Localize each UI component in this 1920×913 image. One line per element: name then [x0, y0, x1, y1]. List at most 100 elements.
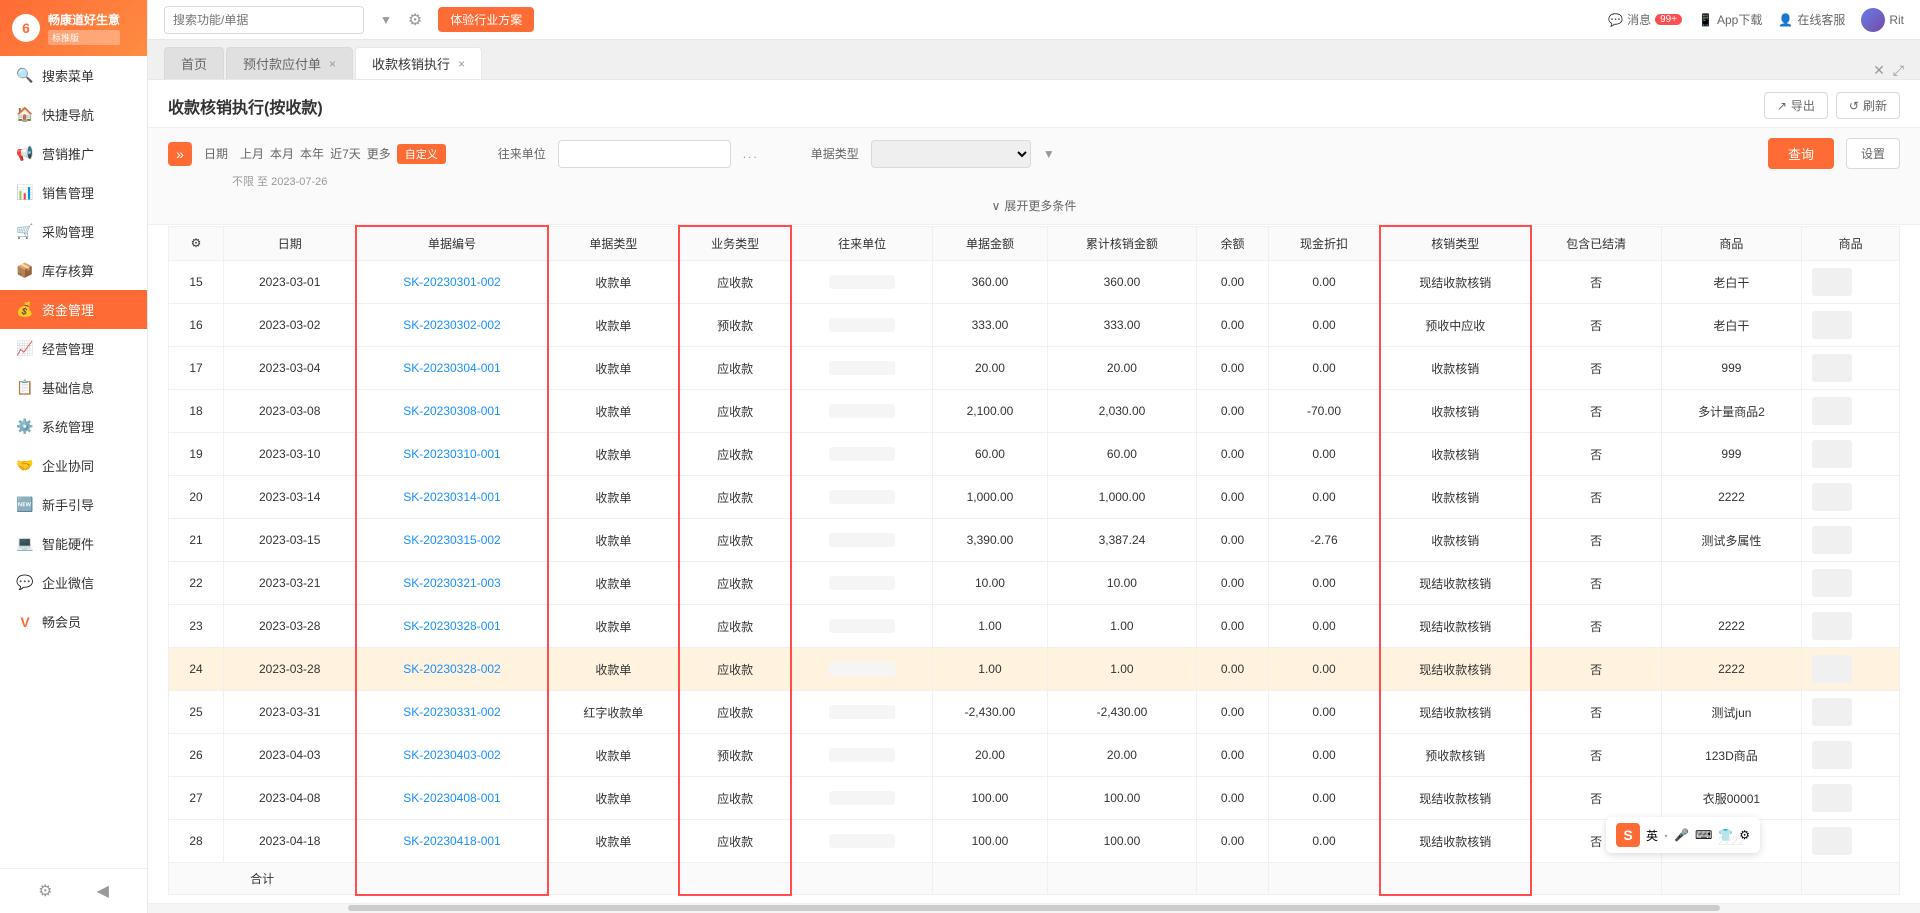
col-header-settled[interactable]: 包含已结清: [1531, 226, 1662, 261]
cell-verifytype: 预收款核销: [1380, 734, 1531, 777]
col-header-balance[interactable]: 余额: [1196, 226, 1268, 261]
query-btn[interactable]: 查询: [1768, 138, 1834, 169]
doc-no-link[interactable]: SK-20230301-002: [403, 275, 500, 289]
col-header-biztype[interactable]: 业务类型: [679, 226, 791, 261]
app-download-label: App下载: [1717, 11, 1762, 28]
doc-no-link[interactable]: SK-20230308-001: [403, 404, 500, 418]
member-v-icon: V: [16, 613, 34, 631]
doc-no-link[interactable]: SK-20230302-002: [403, 318, 500, 332]
cell-accum: 60.00: [1047, 433, 1196, 476]
col-header-docno[interactable]: 单据编号: [356, 226, 547, 261]
sidebar-item-hardware[interactable]: 💻 智能硬件: [0, 524, 147, 563]
app-download-area[interactable]: 📱 App下载: [1698, 11, 1762, 28]
settings-bottom-icon[interactable]: ⚙: [38, 881, 52, 901]
message-area[interactable]: 💬 消息 99+: [1608, 11, 1682, 28]
sidebar-item-finance[interactable]: 💰 资金管理: [0, 290, 147, 329]
col-header-verifytype[interactable]: 核销类型: [1380, 226, 1531, 261]
settings-icon[interactable]: ⚙: [408, 10, 422, 30]
expand-more-btn[interactable]: ∨ 展开更多条件: [992, 197, 1077, 214]
date-opt-7days[interactable]: 近7天: [330, 145, 361, 162]
sidebar-item-system[interactable]: ⚙️ 系统管理: [0, 407, 147, 446]
tab-collection[interactable]: 收款核销执行 ×: [355, 47, 482, 79]
col-header-doctype[interactable]: 单据类型: [548, 226, 679, 261]
doc-no-link[interactable]: SK-20230403-002: [403, 748, 500, 762]
col-header-partner[interactable]: 往来单位: [791, 226, 932, 261]
partner-input[interactable]: [558, 140, 731, 168]
cell-goods2: [1802, 777, 1900, 820]
ime-settings-icon[interactable]: ⚙: [1739, 828, 1750, 842]
col-header-accum[interactable]: 累计核销金额: [1047, 226, 1196, 261]
sidebar-item-guide[interactable]: 🆕 新手引导: [0, 485, 147, 524]
sidebar-item-basic[interactable]: 📋 基础信息: [0, 368, 147, 407]
online-service-area[interactable]: 👤 在线客服: [1778, 11, 1845, 28]
tab-collection-close[interactable]: ×: [458, 57, 465, 71]
doc-no-link[interactable]: SK-20230408-001: [403, 791, 500, 805]
doc-no-link[interactable]: SK-20230304-001: [403, 361, 500, 375]
col-header-goods1[interactable]: 商品: [1661, 226, 1801, 261]
handshake-icon: 🤝: [16, 457, 34, 475]
maximize-icon[interactable]: ⤢: [1893, 62, 1904, 79]
sidebar-item-member[interactable]: V 畅会员: [0, 602, 147, 641]
ime-skin-icon[interactable]: 👕: [1718, 828, 1733, 842]
bill-type-select[interactable]: [871, 140, 1031, 168]
phone-icon: 📱: [1698, 13, 1713, 27]
export-btn[interactable]: ↗ 导出: [1764, 92, 1828, 119]
col-header-amount[interactable]: 单据金额: [933, 226, 1048, 261]
user-area[interactable]: Rit: [1861, 8, 1904, 32]
date-value: 不限 至 2023-07-26: [232, 173, 1900, 189]
sidebar-item-quicknav[interactable]: 🏠 快捷导航: [0, 95, 147, 134]
date-opt-this-year[interactable]: 本年: [300, 145, 324, 162]
table-container[interactable]: ⚙ 日期 单据编号 单据类型 业务类型 往来单位 单据金额 累计核销金额 余额 …: [148, 225, 1920, 903]
tab-prepay-close[interactable]: ×: [329, 57, 336, 71]
tab-prepay[interactable]: 预付款应付单 ×: [226, 47, 353, 79]
refresh-btn[interactable]: ↺ 刷新: [1836, 92, 1900, 119]
col-header-date[interactable]: 日期: [224, 226, 357, 261]
sidebar-item-wechat[interactable]: 💬 企业微信: [0, 563, 147, 602]
doc-no-link[interactable]: SK-20230328-001: [403, 619, 500, 633]
collapse-icon[interactable]: ◀: [97, 881, 109, 901]
doc-no-link[interactable]: SK-20230321-003: [403, 576, 500, 590]
date-opt-last-month[interactable]: 上月: [240, 145, 264, 162]
solution-btn[interactable]: 体验行业方案: [438, 7, 534, 32]
filter-expand-btn[interactable]: »: [168, 142, 192, 166]
table-row: 24 2023-03-28 SK-20230328-002 收款单 应收款 1.…: [169, 648, 1900, 691]
date-opt-more[interactable]: 更多: [367, 145, 391, 162]
page-header-actions: ↗ 导出 ↺ 刷新: [1764, 92, 1900, 119]
doc-no-link[interactable]: SK-20230310-001: [403, 447, 500, 461]
cell-verifytype: 收款核销: [1380, 347, 1531, 390]
col-header-discount[interactable]: 现金折扣: [1269, 226, 1380, 261]
cell-date: 2023-04-03: [224, 734, 357, 777]
sidebar-item-marketing[interactable]: 📢 营销推广: [0, 134, 147, 173]
table-row: 26 2023-04-03 SK-20230403-002 收款单 预收款 20…: [169, 734, 1900, 777]
close-all-icon[interactable]: ✕: [1873, 62, 1885, 79]
date-custom-btn[interactable]: 自定义: [397, 144, 446, 164]
sidebar-item-enterprise[interactable]: 🤝 企业协同: [0, 446, 147, 485]
tab-bar: 首页 预付款应付单 × 收款核销执行 × ✕ ⤢: [148, 40, 1920, 80]
ime-keyboard-icon[interactable]: ⌨: [1695, 828, 1712, 842]
date-opt-this-month[interactable]: 本月: [270, 145, 294, 162]
sidebar-item-purchase[interactable]: 🛒 采购管理: [0, 212, 147, 251]
doc-no-link[interactable]: SK-20230418-001: [403, 834, 500, 848]
ime-mic-icon[interactable]: 🎤: [1674, 828, 1689, 842]
sidebar-item-search[interactable]: 🔍 搜索菜单: [0, 56, 147, 95]
sidebar-item-inventory[interactable]: 📦 库存核算: [0, 251, 147, 290]
cell-no: 19: [169, 433, 224, 476]
doc-no-link[interactable]: SK-20230331-002: [403, 705, 500, 719]
cell-date: 2023-03-04: [224, 347, 357, 390]
col-header-settings[interactable]: ⚙: [169, 226, 224, 261]
cell-goods1: 999: [1661, 347, 1801, 390]
sidebar-item-operation[interactable]: 📈 经营管理: [0, 329, 147, 368]
doc-no-link[interactable]: SK-20230314-001: [403, 490, 500, 504]
search-input[interactable]: [164, 6, 364, 34]
sidebar-item-sales[interactable]: 📊 销售管理: [0, 173, 147, 212]
tab-home[interactable]: 首页: [164, 47, 224, 79]
total-biztype: [679, 863, 791, 895]
settings-btn[interactable]: 设置: [1846, 138, 1900, 169]
doc-no-link[interactable]: SK-20230328-002: [403, 662, 500, 676]
sidebar-item-label: 企业协同: [42, 456, 94, 475]
col-header-goods2[interactable]: 商品: [1802, 226, 1900, 261]
cell-docno: SK-20230328-002: [356, 648, 547, 691]
new-icon: 🆕: [16, 496, 34, 514]
table-row: 21 2023-03-15 SK-20230315-002 收款单 应收款 3,…: [169, 519, 1900, 562]
doc-no-link[interactable]: SK-20230315-002: [403, 533, 500, 547]
